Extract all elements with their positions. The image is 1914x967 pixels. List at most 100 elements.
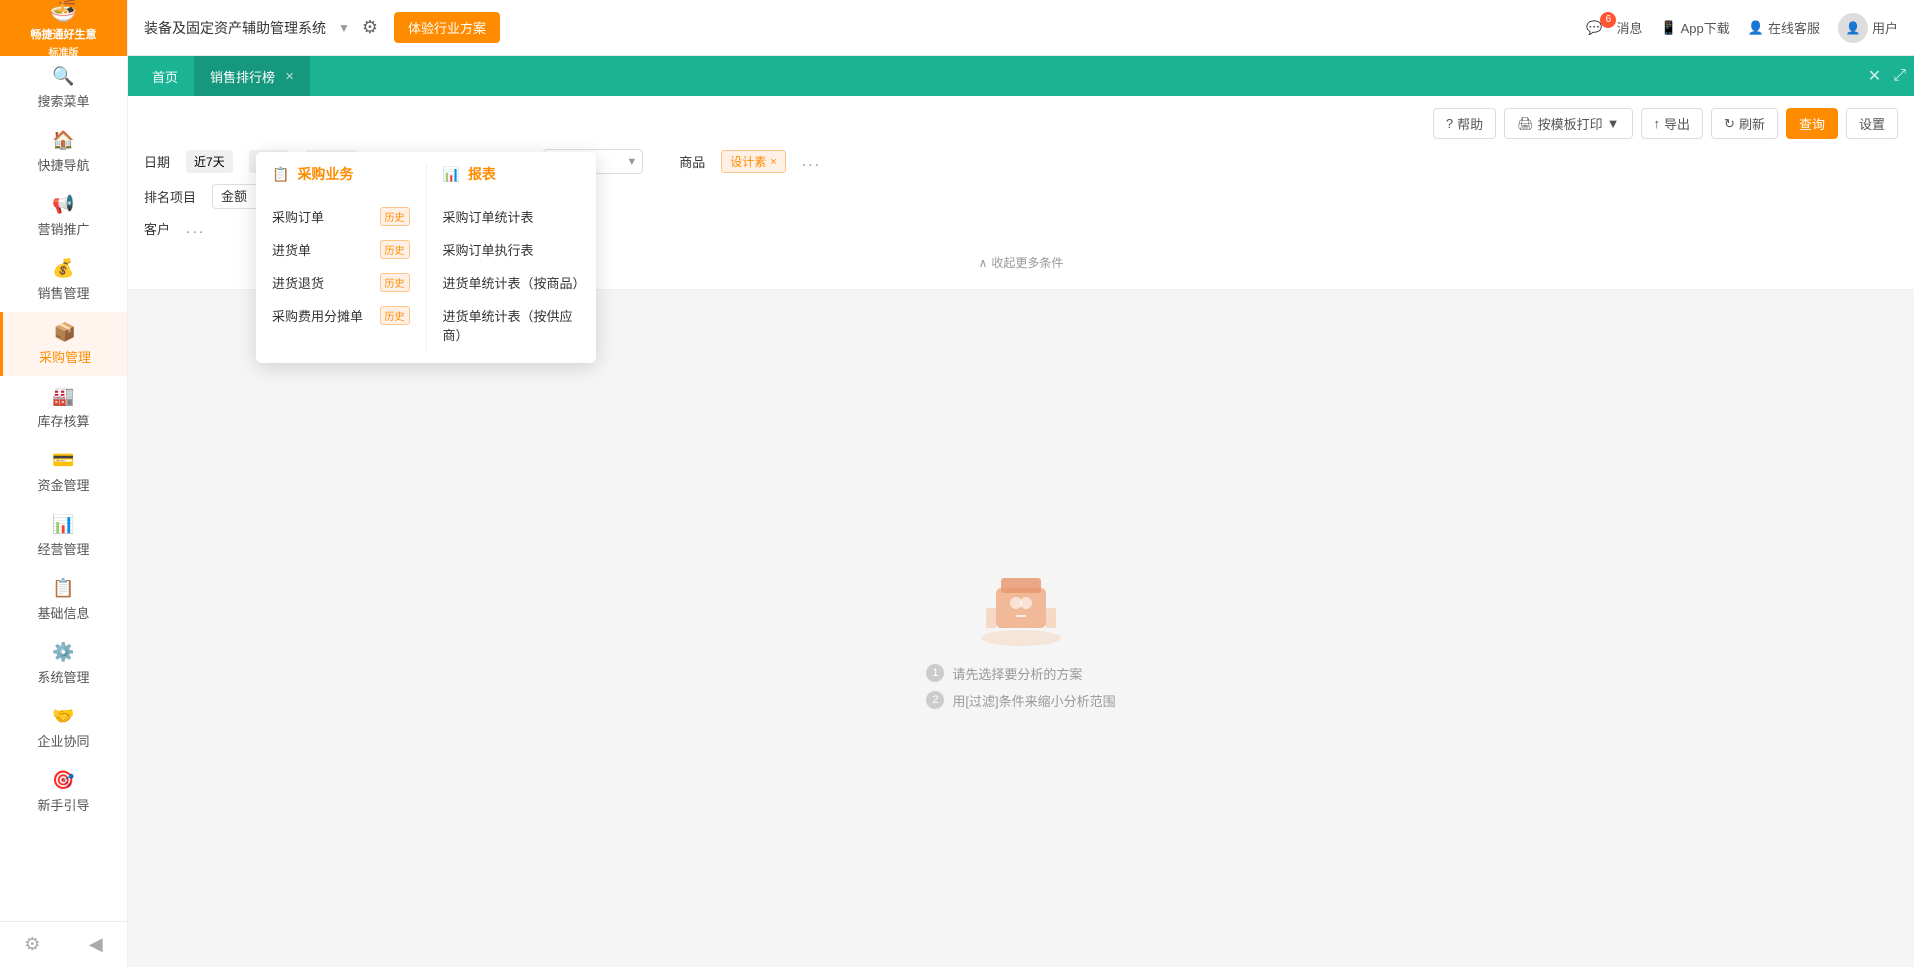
collapse-arrow-icon: ∧ bbox=[979, 256, 988, 270]
customer-label: 客户 bbox=[144, 219, 170, 238]
sidebar-label-system: 系统管理 bbox=[37, 667, 89, 686]
hint-num-2: 2 bbox=[926, 691, 944, 709]
service-label: 在线客服 bbox=[1768, 18, 1820, 37]
filter-row-actions: ? 帮助 🖨 按模板打印 ▼ ↑ 导出 ↻ 刷新 bbox=[144, 108, 1898, 139]
topbar-dropdown-arrow[interactable]: ▼ bbox=[338, 21, 350, 35]
report-item-2[interactable]: 进货单统计表（按商品） bbox=[443, 266, 581, 299]
empty-hint-1: 1 请先选择要分析的方案 bbox=[926, 664, 1115, 683]
goods-tag[interactable]: 设计素 × bbox=[721, 150, 785, 173]
sidebar-item-finance[interactable]: 💳 资金管理 bbox=[0, 440, 127, 504]
sidebar-icon-marketing: 📢 bbox=[52, 194, 74, 215]
date-chip-7days[interactable]: 近7天 bbox=[186, 150, 233, 173]
sidebar-item-purchase[interactable]: 📦 采购管理 bbox=[0, 312, 127, 376]
settings-filter-btn[interactable]: 设置 bbox=[1846, 108, 1898, 139]
hint-text-2: 用[过滤]条件来缩小分析范围 bbox=[952, 691, 1115, 710]
goods-tag-close[interactable]: × bbox=[770, 156, 776, 168]
sidebar-icon-system: ⚙️ bbox=[52, 642, 74, 663]
user-label: 用户 bbox=[1872, 18, 1898, 37]
purchase-item-1[interactable]: 进货单 历史 bbox=[272, 233, 410, 266]
goods-ellipsis[interactable]: ... bbox=[802, 153, 821, 171]
avatar-icon: 👤 bbox=[1846, 21, 1861, 35]
sidebar-label-finance: 资金管理 bbox=[37, 475, 89, 494]
logo-text: 畅捷通好生意 bbox=[31, 26, 97, 42]
purchase-item-2[interactable]: 进货退货 历史 bbox=[272, 266, 410, 299]
user-menu-btn[interactable]: 👤 用户 bbox=[1838, 13, 1898, 43]
tab-expand-icon[interactable]: ⤢ bbox=[1893, 67, 1906, 85]
collapse-sidebar-icon[interactable]: ◀ bbox=[89, 934, 103, 955]
sidebar-label-newguide: 新手引导 bbox=[37, 795, 89, 814]
report-item-label-1: 采购订单执行表 bbox=[443, 240, 534, 259]
sidebar-item-sales[interactable]: 💰 销售管理 bbox=[0, 248, 127, 312]
sidebar-label-inventory: 库存核算 bbox=[37, 411, 89, 430]
sidebar-label-search: 搜索菜单 bbox=[37, 91, 89, 110]
print-icon: 🖨 bbox=[1517, 116, 1534, 132]
date-label: 日期 bbox=[144, 152, 170, 171]
settings-bottom-icon[interactable]: ⚙ bbox=[24, 934, 40, 955]
message-btn[interactable]: 💬 6 消息 bbox=[1586, 18, 1642, 37]
refresh-btn[interactable]: ↻ 刷新 bbox=[1711, 108, 1778, 139]
history-tag-3: 历史 bbox=[380, 306, 410, 325]
topbar: 装备及固定资产辅助管理系统 ▼ ⚙ 体验行业方案 💬 6 消息 📱 App下载 … bbox=[128, 0, 1914, 56]
purchase-item-0[interactable]: 采购订单 历史 bbox=[272, 200, 410, 233]
sidebar-item-quicknav[interactable]: 🏠 快捷导航 bbox=[0, 120, 127, 184]
report-item-0[interactable]: 采购订单统计表 bbox=[443, 200, 581, 233]
tab-close-all-icon[interactable]: ✕ bbox=[1868, 66, 1881, 86]
report-item-label-2: 进货单统计表（按商品） bbox=[443, 273, 581, 292]
sidebar-item-inventory[interactable]: 🏭 库存核算 bbox=[0, 376, 127, 440]
help-btn[interactable]: ? 帮助 bbox=[1433, 108, 1496, 139]
dropdown-sections: 📋 采购业务 采购订单 历史 进货单 历史 进货退货 历史 采购费用分摊单 历史… bbox=[256, 164, 596, 351]
purchase-section-icon: 📋 bbox=[272, 166, 289, 183]
query-btn[interactable]: 查询 bbox=[1786, 108, 1838, 139]
refresh-icon: ↻ bbox=[1724, 116, 1735, 132]
system-title: 装备及固定资产辅助管理系统 bbox=[144, 18, 326, 38]
refresh-label: 刷新 bbox=[1739, 114, 1765, 133]
tabbar-right: ✕ ⤢ bbox=[1868, 66, 1906, 86]
tab-home[interactable]: 首页 bbox=[136, 56, 194, 96]
sidebar-item-system[interactable]: ⚙️ 系统管理 bbox=[0, 632, 127, 696]
purchase-item-label-2: 进货退货 bbox=[272, 273, 324, 292]
sidebar: 🍜 畅捷通好生意 标准版 🔍 搜索菜单 🏠 快捷导航 📢 营销推广 💰 销售管理… bbox=[0, 0, 128, 967]
logo-icon: 🍜 bbox=[50, 0, 77, 24]
service-icon: 👤 bbox=[1748, 20, 1764, 36]
export-label: 导出 bbox=[1664, 114, 1690, 133]
sidebar-icon-quicknav: 🏠 bbox=[52, 130, 74, 151]
dropdown-purchase-title: 📋 采购业务 bbox=[272, 164, 410, 190]
history-tag-2: 历史 bbox=[380, 273, 410, 292]
sidebar-label-operations: 经营管理 bbox=[37, 539, 89, 558]
history-tag-1: 历史 bbox=[380, 240, 410, 259]
print-arrow-icon: ▼ bbox=[1607, 116, 1620, 131]
sidebar-bottom: ⚙ ◀ bbox=[0, 921, 127, 967]
export-icon: ↑ bbox=[1654, 116, 1661, 131]
online-service-btn[interactable]: 👤 在线客服 bbox=[1748, 18, 1820, 37]
tab-sales-rank[interactable]: 销售排行榜 ✕ bbox=[194, 56, 310, 96]
message-badge: 6 bbox=[1600, 12, 1616, 28]
print-btn[interactable]: 🖨 按模板打印 ▼ bbox=[1504, 108, 1632, 139]
sidebar-item-newguide[interactable]: 🎯 新手引导 bbox=[0, 760, 127, 824]
app-label: App下载 bbox=[1681, 18, 1730, 37]
purchase-dropdown-menu: 📋 采购业务 采购订单 历史 进货单 历史 进货退货 历史 采购费用分摊单 历史… bbox=[256, 152, 596, 363]
sidebar-label-purchase: 采购管理 bbox=[39, 347, 91, 366]
industry-btn[interactable]: 体验行业方案 bbox=[394, 12, 500, 43]
goods-tag-text: 设计素 bbox=[730, 153, 766, 170]
sidebar-item-operations[interactable]: 📊 经营管理 bbox=[0, 504, 127, 568]
help-icon: ? bbox=[1446, 116, 1453, 131]
history-tag-0: 历史 bbox=[380, 207, 410, 226]
sidebar-item-basicinfo[interactable]: 📋 基础信息 bbox=[0, 568, 127, 632]
customer-ellipsis[interactable]: ... bbox=[186, 220, 205, 238]
report-item-3[interactable]: 进货单统计表（按供应商） bbox=[443, 299, 581, 351]
purchase-item-3[interactable]: 采购费用分摊单 历史 bbox=[272, 299, 410, 332]
report-item-1[interactable]: 采购订单执行表 bbox=[443, 233, 581, 266]
sidebar-item-search[interactable]: 🔍 搜索菜单 bbox=[0, 56, 127, 120]
topbar-gear-icon[interactable]: ⚙ bbox=[362, 17, 378, 38]
sidebar-label-basicinfo: 基础信息 bbox=[37, 603, 89, 622]
sidebar-logo: 🍜 畅捷通好生意 标准版 bbox=[0, 0, 127, 56]
tab-close-icon[interactable]: ✕ bbox=[285, 70, 294, 83]
sidebar-item-marketing[interactable]: 📢 营销推广 bbox=[0, 184, 127, 248]
purchase-item-label-1: 进货单 bbox=[272, 240, 311, 259]
app-download-btn[interactable]: 📱 App下载 bbox=[1660, 18, 1729, 37]
sidebar-item-collab[interactable]: 🤝 企业协同 bbox=[0, 696, 127, 760]
hint-num-1: 1 bbox=[926, 664, 944, 682]
goods-label: 商品 bbox=[679, 152, 705, 171]
export-btn[interactable]: ↑ 导出 bbox=[1641, 108, 1704, 139]
phone-icon: 📱 bbox=[1660, 20, 1676, 36]
